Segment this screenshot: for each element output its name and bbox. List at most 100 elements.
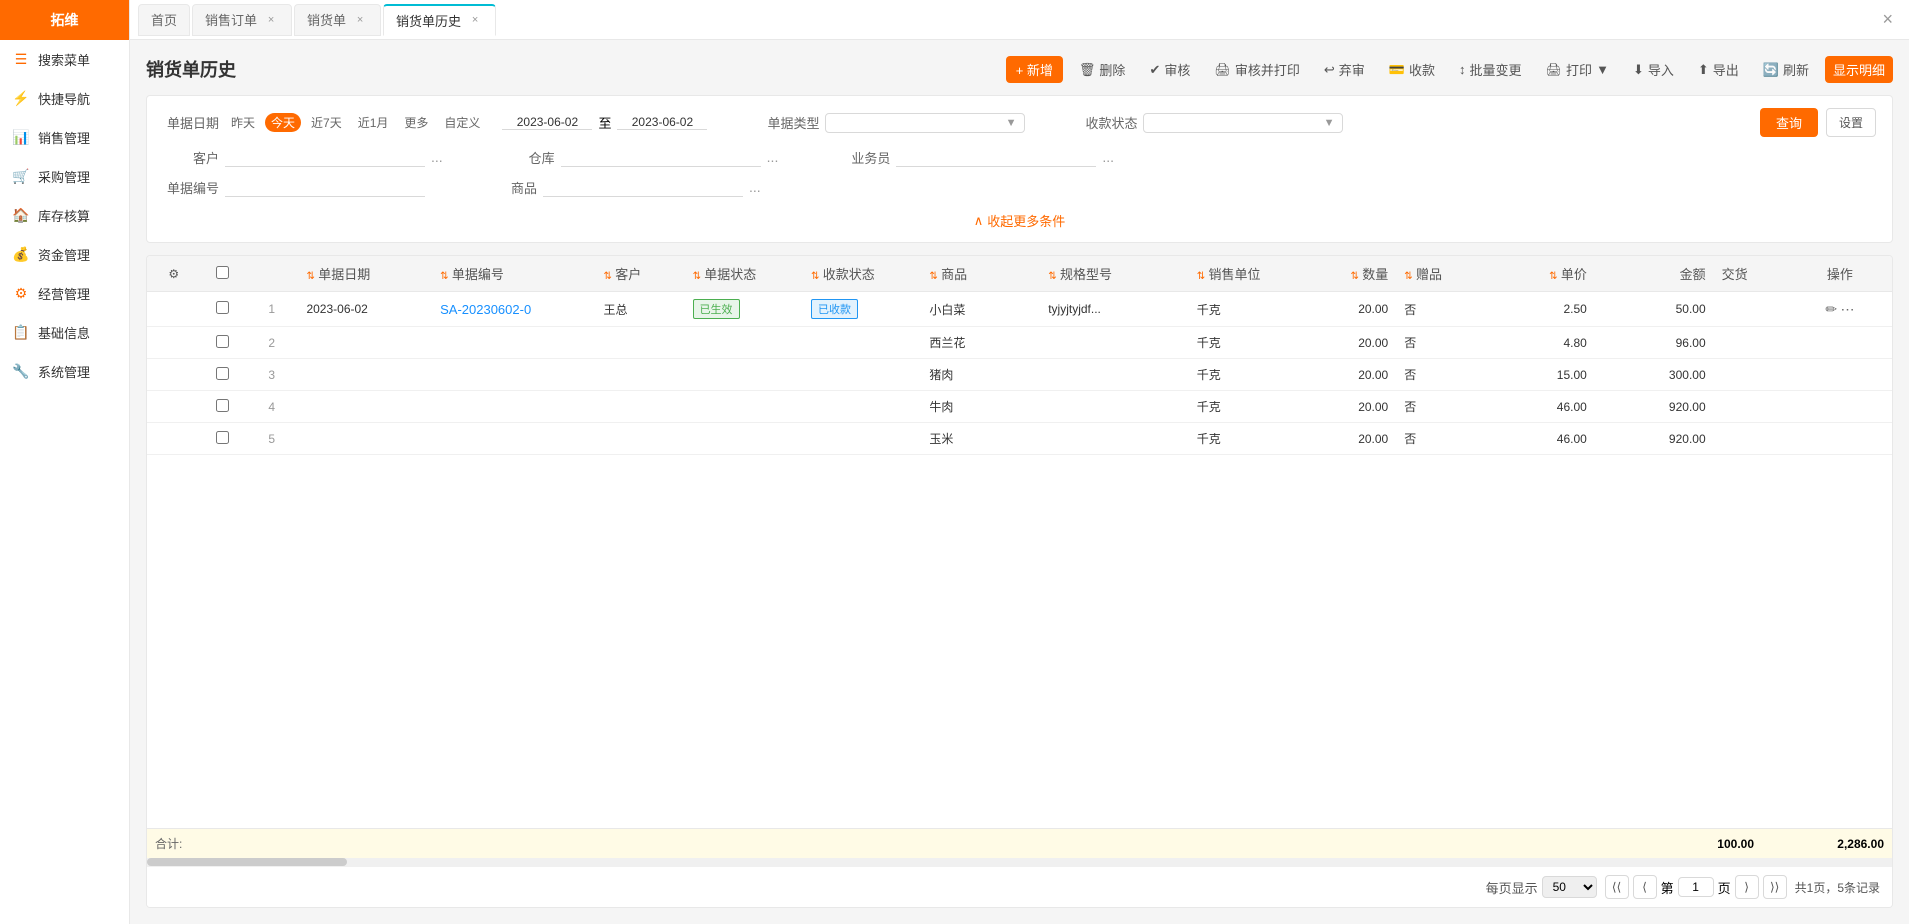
show-details-button[interactable]: 显示明细 [1825,56,1893,83]
doc-no-input[interactable] [225,177,425,197]
customer-input[interactable] [225,147,425,167]
col-spec-header[interactable]: ⇅ 规格型号 [1040,256,1189,292]
tab-sales-history[interactable]: 销货单历史 × [383,4,496,36]
row-doc-no[interactable] [432,359,595,391]
tab-home[interactable]: 首页 [138,4,190,36]
row-doc-no[interactable] [432,423,595,455]
sidebar-logo: 拓维 [0,0,129,40]
delete-button[interactable]: 🗑 删除 [1071,56,1134,83]
sidebar-item-inventory-calc[interactable]: 🏠 库存核算 [0,196,129,235]
col-pay-status-header[interactable]: ⇅ 收款状态 [803,256,921,292]
next-page-button[interactable]: ⟩ [1735,875,1759,899]
prev-page-button[interactable]: ⟨ [1633,875,1657,899]
per-page-select[interactable]: 50 100 200 [1542,876,1597,898]
batch-change-button[interactable]: ↕ 批量变更 [1451,56,1530,83]
badge-custom[interactable]: 自定义 [438,113,486,132]
tab-sales-history-close[interactable]: × [467,12,483,28]
row-checkbox-cell[interactable] [200,359,245,391]
row-doc-no[interactable] [432,391,595,423]
badge-today[interactable]: 今天 [265,113,301,132]
warehouse-input[interactable] [561,147,761,167]
query-button[interactable]: 查询 [1760,108,1818,137]
badge-1month[interactable]: 近1月 [352,113,395,132]
sort-status-icon: ⇅ [693,271,701,282]
collect-button[interactable]: 💳 收款 [1381,56,1443,83]
sidebar-item-sales-mgmt[interactable]: 📊 销售管理 [0,118,129,157]
badge-7days[interactable]: 近7天 [305,113,348,132]
warehouse-more[interactable]: ... [767,149,779,165]
col-qty-header[interactable]: ⇅ 数量 [1307,256,1396,292]
doc-no-link[interactable]: SA-20230602-0 [440,302,531,317]
sidebar-item-finance-mgmt[interactable]: 💰 资金管理 [0,235,129,274]
sidebar-item-quick-nav[interactable]: ⚡ 快捷导航 [0,79,129,118]
badge-yesterday[interactable]: 昨天 [225,113,261,132]
row-checkbox[interactable] [216,335,229,348]
date-from-input[interactable] [502,115,592,130]
salesperson-more[interactable]: ... [1102,149,1114,165]
date-to-input[interactable] [617,115,707,130]
badge-more[interactable]: 更多 [398,113,434,132]
row-doc-no[interactable] [432,327,595,359]
export-button[interactable]: ⬆ 导出 [1690,56,1747,83]
row-checkbox[interactable] [216,431,229,444]
import-button[interactable]: ⬇ 导入 [1625,56,1682,83]
sidebar-item-search-menu[interactable]: ☰ 搜索菜单 [0,40,129,79]
row-pay-status [803,423,921,455]
settings-button[interactable]: 设置 [1826,108,1876,137]
page-number-input[interactable] [1678,877,1714,897]
row-goods: 西兰花 [921,327,1040,359]
sidebar-item-basic-info[interactable]: 📋 基础信息 [0,313,129,352]
col-no-header[interactable]: ⇅ 单据编号 [432,256,595,292]
row-checkbox-cell[interactable] [200,423,245,455]
row-checkbox-cell[interactable] [200,391,245,423]
tab-sales-goods[interactable]: 销货单 × [294,4,381,36]
col-checkbox-header[interactable] [200,256,245,292]
col-gift-header[interactable]: ⇅ 赠品 [1396,256,1476,292]
scroll-thumb[interactable] [147,858,347,866]
goods-input[interactable] [543,177,743,197]
col-status-header[interactable]: ⇅ 单据状态 [685,256,803,292]
review-button[interactable]: ✔ 审核 [1141,56,1198,83]
abandon-button[interactable]: ↩ 弃审 [1316,56,1373,83]
select-all-checkbox[interactable] [216,266,229,279]
col-price-header[interactable]: ⇅ 单价 [1476,256,1595,292]
col-date-header[interactable]: ⇅ 单据日期 [298,256,432,292]
tab-sales-order[interactable]: 销售订单 × [192,4,292,36]
page-title: 销货单历史 [146,56,236,82]
row-unit: 千克 [1189,292,1307,327]
sidebar-item-purchase-mgmt[interactable]: 🛒 采购管理 [0,157,129,196]
tab-sales-order-close[interactable]: × [263,12,279,28]
goods-more[interactable]: ... [749,179,761,195]
sidebar-item-sys-mgmt[interactable]: 🔧 系统管理 [0,352,129,391]
pay-status-select[interactable]: ▼ [1143,113,1343,133]
new-button[interactable]: + 新增 [1006,56,1063,83]
print-button[interactable]: 🖨 打印 ▼ [1538,56,1617,83]
col-customer-header[interactable]: ⇅ 客户 [595,256,684,292]
salesperson-input[interactable] [896,147,1096,167]
col-goods-header[interactable]: ⇅ 商品 [921,256,1040,292]
more-action[interactable]: ⋯ [1840,301,1854,317]
collapse-button[interactable]: ∧ 收起更多条件 [163,207,1876,230]
first-page-button[interactable]: ⟨⟨ [1605,875,1629,899]
tab-sales-goods-close[interactable]: × [352,12,368,28]
col-settings[interactable]: ⚙ [147,256,200,292]
review-print-button[interactable]: 🖨 审核并打印 [1206,56,1308,83]
row-checkbox[interactable] [216,399,229,412]
sidebar-item-ops-mgmt[interactable]: ⚙ 经营管理 [0,274,129,313]
row-checkbox-cell[interactable] [200,292,245,327]
doc-type-select[interactable]: ▼ [825,113,1025,133]
total-info: 共1页，5条记录 [1795,879,1880,896]
row-checkbox[interactable] [216,367,229,380]
row-checkbox[interactable] [216,301,229,314]
close-all-tabs[interactable]: × [1874,9,1901,30]
footer-amount-total: 2,286.00 [1804,837,1884,851]
customer-more[interactable]: ... [431,149,443,165]
last-page-button[interactable]: ⟩⟩ [1763,875,1787,899]
row-customer [595,327,684,359]
col-unit-header[interactable]: ⇅ 销售单位 [1189,256,1307,292]
horizontal-scrollbar[interactable] [147,858,1892,866]
refresh-button[interactable]: 🔄 刷新 [1755,56,1817,83]
row-doc-no[interactable]: SA-20230602-0 [432,292,595,327]
edit-action[interactable]: ✏ [1825,301,1837,317]
row-checkbox-cell[interactable] [200,327,245,359]
